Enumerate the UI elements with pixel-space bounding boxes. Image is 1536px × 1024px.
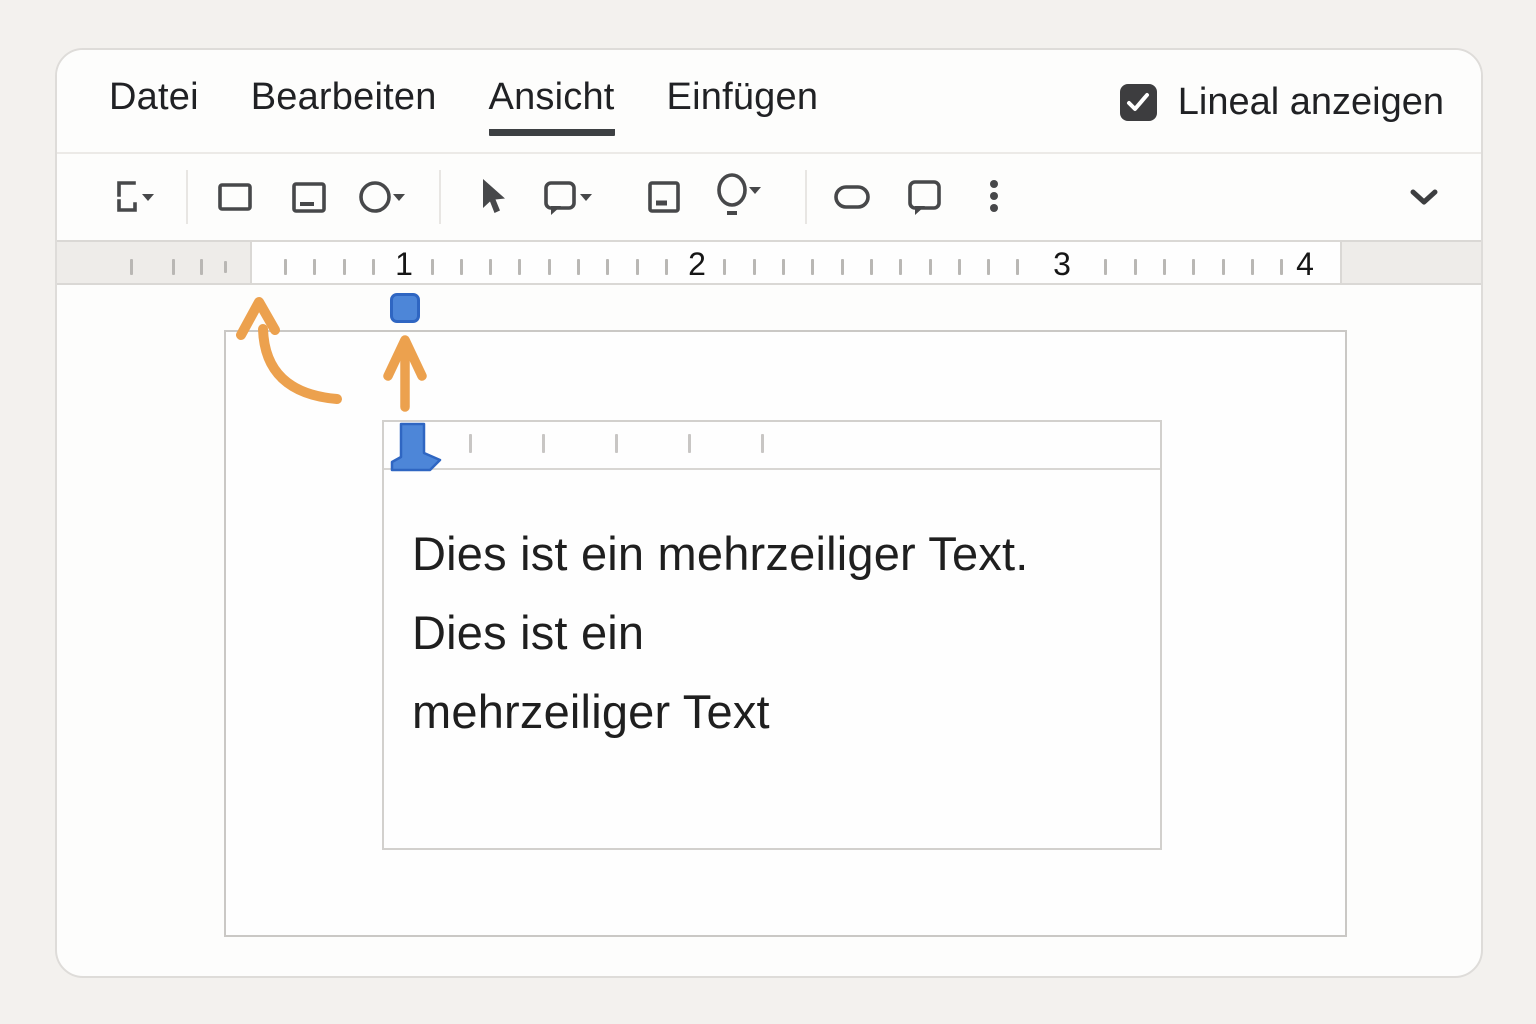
ruler-tick xyxy=(460,259,463,275)
ruler-tick xyxy=(723,259,726,275)
ruler-tick xyxy=(1016,259,1019,275)
ruler-tick xyxy=(1222,259,1225,275)
text-box-button[interactable] xyxy=(642,175,686,219)
toolbar-divider xyxy=(186,170,188,224)
ruler-tick xyxy=(313,259,316,275)
textbox-line: mehrzeiliger Text xyxy=(412,672,1150,751)
speech-bubble-icon xyxy=(902,175,946,219)
annotation-arrows xyxy=(227,287,447,417)
textbox-indent-marker[interactable] xyxy=(384,422,454,474)
rectangle-text-shape-icon xyxy=(287,175,331,219)
ruler-tick xyxy=(343,259,346,275)
ruler-active-area xyxy=(250,242,1342,283)
pill-shape-button[interactable] xyxy=(830,175,874,219)
textbox-ruler-tick xyxy=(615,434,618,453)
menu-bar: Datei Bearbeiten Ansicht Einfügen Lineal… xyxy=(57,50,1481,154)
ruler-tick xyxy=(548,259,551,275)
ruler-tick xyxy=(958,259,961,275)
ruler-tick xyxy=(1251,259,1254,275)
ruler-tick xyxy=(636,259,639,275)
ruler-tick xyxy=(577,259,580,275)
collapse-toolbar-button[interactable] xyxy=(1402,175,1446,219)
ruler-tick xyxy=(1280,259,1283,275)
ruler-tick xyxy=(284,259,287,275)
curved-arrow-icon xyxy=(241,302,337,399)
ruler-tick xyxy=(606,259,609,275)
ruler-tick xyxy=(1163,259,1166,275)
ruler-tick xyxy=(130,259,133,275)
screenshot-stage: Datei Bearbeiten Ansicht Einfügen Lineal… xyxy=(0,0,1536,1024)
ruler-tick xyxy=(200,259,203,275)
checkmark-icon xyxy=(1125,89,1151,115)
textbox-ruler[interactable] xyxy=(384,422,1160,470)
ruler-number: 2 xyxy=(688,246,706,283)
straight-arrow-icon xyxy=(388,340,422,407)
ruler-number: 4 xyxy=(1296,246,1314,283)
line-tool-icon xyxy=(106,175,164,219)
rectangle-text-shape-button[interactable] xyxy=(287,175,331,219)
ruler-tick xyxy=(841,259,844,275)
textbox-ruler-tick xyxy=(542,434,545,453)
ruler-visibility-toggle[interactable]: Lineal anzeigen xyxy=(1120,50,1444,154)
ruler-number: 1 xyxy=(395,246,413,283)
ellipse-tool-button[interactable] xyxy=(712,175,770,219)
app-window: Datei Bearbeiten Ansicht Einfügen Lineal… xyxy=(55,48,1483,978)
ruler-number: 3 xyxy=(1053,246,1071,283)
ruler-tick xyxy=(372,259,375,275)
ruler-tick xyxy=(489,259,492,275)
toolbar-divider xyxy=(805,170,807,224)
line-tool-button[interactable] xyxy=(106,175,164,219)
textbox-ruler-tick xyxy=(761,434,764,453)
ellipse-shape-button[interactable] xyxy=(355,175,413,219)
select-tool-button[interactable] xyxy=(467,175,511,219)
ruler-tick xyxy=(1134,259,1137,275)
menu-item-ansicht[interactable]: Ansicht xyxy=(489,76,615,136)
ruler-tick xyxy=(172,259,175,275)
text-box-icon xyxy=(642,175,686,219)
ruler-tick xyxy=(753,259,756,275)
select-cursor-icon xyxy=(467,175,511,219)
ruler-toggle-label: Lineal anzeigen xyxy=(1178,81,1444,124)
comment-tool-button[interactable] xyxy=(538,175,596,219)
menu-item-datei[interactable]: Datei xyxy=(109,76,199,136)
ruler-tick xyxy=(518,259,521,275)
ellipse-tool-icon xyxy=(712,171,770,223)
more-options-button[interactable] xyxy=(972,175,1016,219)
chevron-down-icon xyxy=(1402,175,1446,219)
ruler-tick xyxy=(929,259,932,275)
ruler-tick xyxy=(1104,259,1107,275)
ruler-tick xyxy=(987,259,990,275)
toolbar xyxy=(57,154,1481,240)
ruler-tick xyxy=(782,259,785,275)
textbox-ruler-tick xyxy=(688,434,691,453)
ruler-tick xyxy=(224,261,227,273)
ruler-tick xyxy=(1192,259,1195,275)
ruler-tick xyxy=(870,259,873,275)
horizontal-ruler[interactable]: 1 2 3 4 xyxy=(57,240,1481,285)
text-box[interactable]: Dies ist ein mehrzeiliger Text. Dies ist… xyxy=(382,420,1162,850)
ruler-tick xyxy=(431,259,434,275)
ruler-tick xyxy=(665,259,668,275)
textbox-ruler-tick xyxy=(469,434,472,453)
speech-bubble-button[interactable] xyxy=(902,175,946,219)
ruler-tick xyxy=(899,259,902,275)
ruler-tick xyxy=(811,259,814,275)
comment-bubble-icon xyxy=(538,175,596,219)
checkbox-checked-icon[interactable] xyxy=(1120,84,1157,121)
rectangle-shape-icon xyxy=(213,175,257,219)
textbox-content: Dies ist ein mehrzeiliger Text. Dies ist… xyxy=(412,514,1150,751)
toolbar-divider xyxy=(439,170,441,224)
menu-item-einfuegen[interactable]: Einfügen xyxy=(667,76,819,136)
rectangle-shape-button[interactable] xyxy=(213,175,257,219)
ellipse-shape-icon xyxy=(355,175,413,219)
more-options-icon xyxy=(972,175,1016,219)
pill-shape-icon xyxy=(830,175,874,219)
textbox-line: Dies ist ein xyxy=(412,593,1150,672)
menu-item-bearbeiten[interactable]: Bearbeiten xyxy=(251,76,437,136)
textbox-line: Dies ist ein mehrzeiliger Text. xyxy=(412,514,1150,593)
